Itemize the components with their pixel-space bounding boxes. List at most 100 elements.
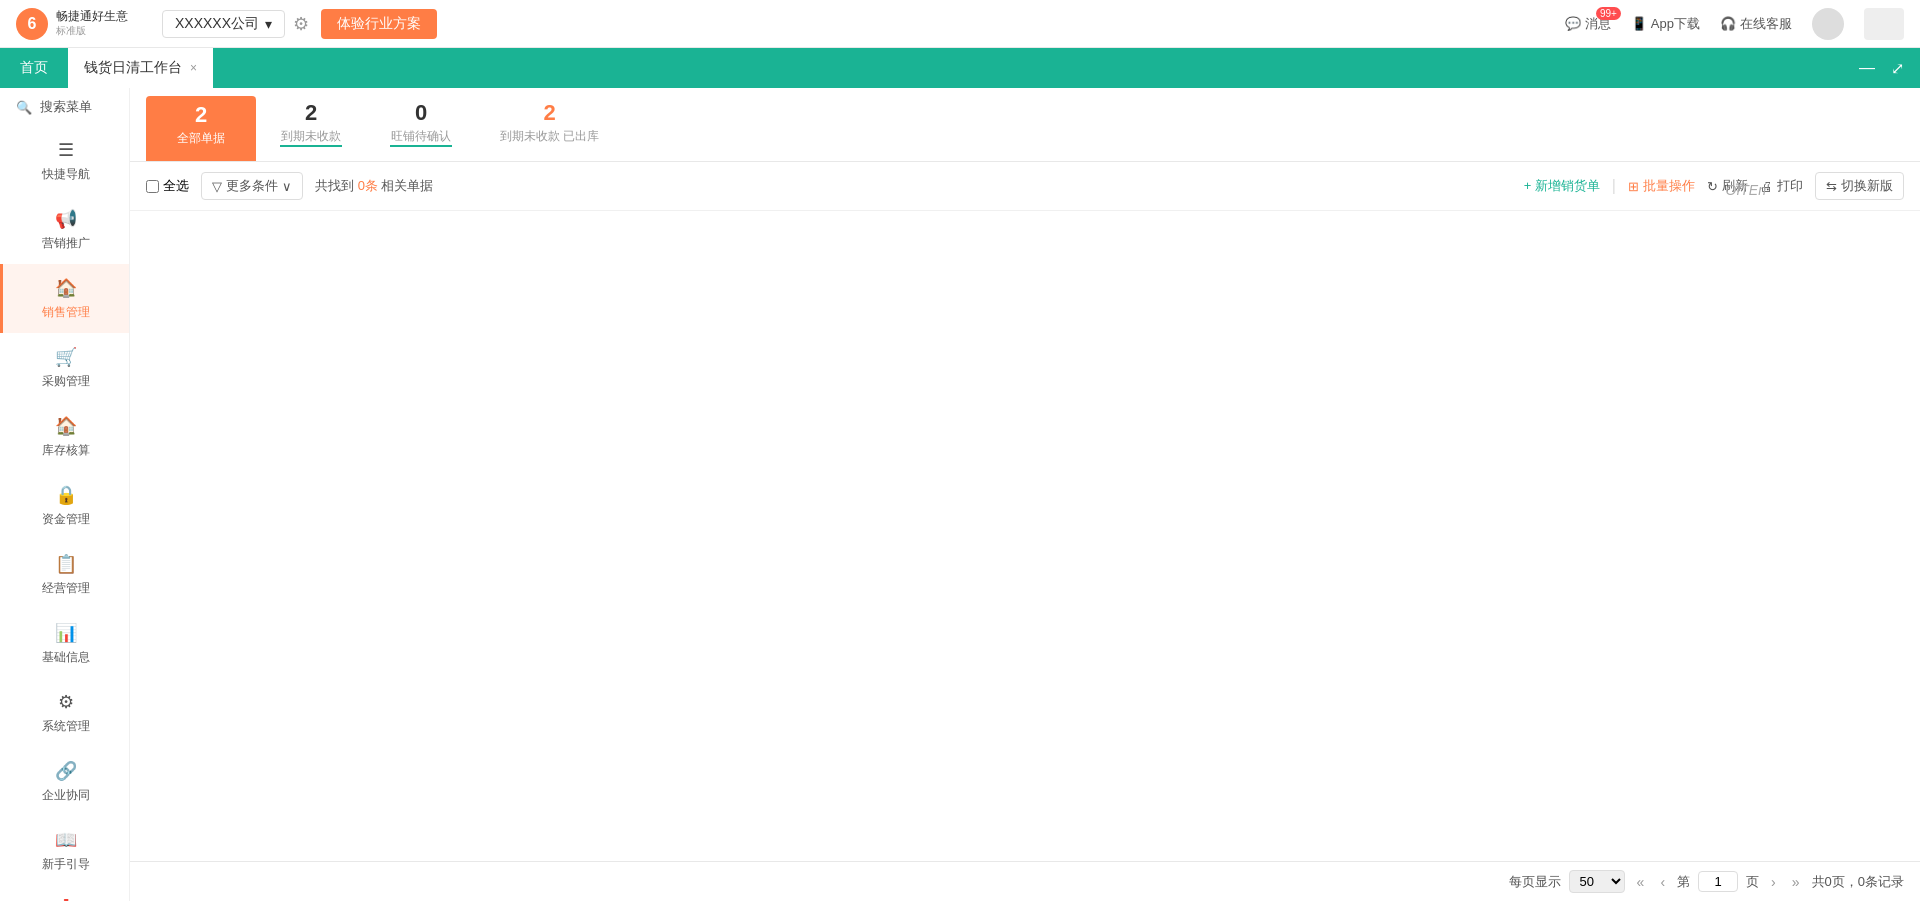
stat-tab-due-unshipped[interactable]: 2 到期未收款 已出库	[476, 88, 623, 161]
online-service-item[interactable]: 🎧 在线客服	[1720, 15, 1792, 33]
chevron-down-icon: ▾	[265, 16, 272, 32]
sidebar-item-label: 采购管理	[42, 373, 90, 390]
stat-label-due-unshipped: 到期未收款 已出库	[500, 128, 599, 145]
stat-num-due: 2	[305, 100, 317, 126]
chevron-down-icon: ∨	[282, 179, 292, 194]
stat-tab-all[interactable]: 2 全部单据	[146, 96, 256, 161]
footer: 每页显示 50 10 20 100 « ‹ 第 页 › » 共0页，0条记录	[130, 861, 1920, 901]
search-menu-label: 搜索菜单	[40, 98, 92, 116]
user-name-area[interactable]	[1864, 8, 1904, 40]
sidebar-item-label: 营销推广	[42, 235, 90, 252]
last-page-button[interactable]: »	[1788, 872, 1804, 892]
refresh-icon: ↻	[1707, 179, 1718, 194]
tab-minimize-button[interactable]: —	[1855, 55, 1879, 81]
tab-close-icon[interactable]: ×	[190, 61, 197, 75]
sidebar-item-label: 销售管理	[42, 304, 90, 321]
app-download-icon: 📱	[1631, 16, 1647, 31]
often-label: OfTEn	[1726, 182, 1766, 198]
content-area: 2 全部单据 2 到期未收款 0 旺铺待确认 2 到期未收款 已出库 全选	[130, 88, 1920, 901]
message-badge: 99+	[1596, 7, 1621, 20]
sidebar-item-guide[interactable]: 📖 新手引导	[0, 816, 129, 885]
select-all-checkbox[interactable]	[146, 180, 159, 193]
print-button[interactable]: 🖨 打印	[1760, 177, 1803, 195]
base-info-icon: 📊	[54, 621, 78, 645]
table-area	[130, 211, 1920, 861]
sidebar-item-label: 经营管理	[42, 580, 90, 597]
page-number-input[interactable]	[1698, 871, 1738, 892]
tab-maximize-button[interactable]: ⤢	[1887, 55, 1908, 82]
header: 6 畅捷通好生意 标准版 XXXXXX公司 ▾ ⚙ 体验行业方案 💬 消息 99…	[0, 0, 1920, 48]
sidebar-item-enterprise[interactable]: 🔗 企业协同	[0, 747, 129, 816]
sidebar-item-operations[interactable]: 📋 经营管理	[0, 540, 129, 609]
page-size-select[interactable]: 50 10 20 100	[1569, 870, 1625, 893]
sidebar-item-system[interactable]: ⚙ 系统管理	[0, 678, 129, 747]
stat-tab-pending[interactable]: 0 旺铺待确认	[366, 88, 476, 161]
sidebar: 🔍 搜索菜单 ☰ 快捷导航 📢 营销推广 🏠 销售管理 🛒 采购管理 🏠 库存核…	[0, 88, 130, 901]
toolbar: 全选 ▽ 更多条件 ∨ 共找到 0条 相关单据 + 新增销货单 | ⊞ 批量操作…	[130, 162, 1920, 211]
prev-page-button[interactable]: ‹	[1656, 872, 1669, 892]
operations-icon: 📋	[54, 552, 78, 576]
avatar[interactable]	[1812, 8, 1844, 40]
sidebar-item-label: 快捷导航	[42, 166, 90, 183]
app-download-item[interactable]: 📱 App下载	[1631, 15, 1700, 33]
stat-label-pending: 旺铺待确认	[391, 128, 451, 145]
sidebar-item-base-info[interactable]: 📊 基础信息	[0, 609, 129, 678]
message-icon: 💬	[1565, 16, 1581, 31]
quick-nav-icon: ☰	[54, 138, 78, 162]
app-download-label: App下载	[1651, 15, 1700, 33]
stat-label-due: 到期未收款	[281, 128, 341, 145]
purchase-icon: 🛒	[54, 345, 78, 369]
stat-label-all: 全部单据	[177, 130, 225, 147]
online-service-label: 在线客服	[1740, 15, 1792, 33]
filter-button[interactable]: ▽ 更多条件 ∨	[201, 172, 303, 200]
found-count: 0条	[358, 178, 378, 193]
logo-area: 6 畅捷通好生意 标准版	[16, 8, 146, 40]
stat-tab-due-uncollected[interactable]: 2 到期未收款	[256, 88, 366, 161]
company-name: XXXXXX公司	[175, 15, 259, 33]
guide-icon: 📖	[54, 828, 78, 852]
select-all-label[interactable]: 全选	[146, 177, 189, 195]
app-center-icon: 📥	[54, 897, 78, 901]
stat-num-all: 2	[195, 102, 207, 128]
settings-icon[interactable]: ⚙	[293, 13, 309, 35]
sidebar-item-label: 库存核算	[42, 442, 90, 459]
sidebar-item-inventory[interactable]: 🏠 库存核算	[0, 402, 129, 471]
next-page-button[interactable]: ›	[1767, 872, 1780, 892]
filter-label: 更多条件	[226, 177, 278, 195]
batch-icon: ⊞	[1628, 179, 1639, 194]
total-records: 共0页，0条记录	[1812, 873, 1904, 891]
found-suffix: 相关单据	[381, 178, 433, 193]
sidebar-item-finance[interactable]: 🔒 资金管理	[0, 471, 129, 540]
company-selector[interactable]: XXXXXX公司 ▾	[162, 10, 285, 38]
sidebar-item-quick-nav[interactable]: ☰ 快捷导航	[0, 126, 129, 195]
switch-version-button[interactable]: ⇆ 切换新版	[1815, 172, 1904, 200]
sidebar-item-sales[interactable]: 🏠 销售管理	[0, 264, 129, 333]
search-menu-item[interactable]: 🔍 搜索菜单	[0, 88, 129, 126]
stat-num-pending: 0	[415, 100, 427, 126]
sidebar-item-marketing[interactable]: 📢 营销推广	[0, 195, 129, 264]
batch-label: 批量操作	[1643, 177, 1695, 195]
toolbar-right: + 新增销货单 | ⊞ 批量操作 ↻ 刷新 🖨 打印 ⇆ 切换新版	[1524, 172, 1904, 200]
found-prefix: 共找到	[315, 178, 354, 193]
tab-active[interactable]: 钱货日清工作台 ×	[68, 48, 213, 88]
add-sales-order-button[interactable]: + 新增销货单	[1524, 177, 1600, 195]
message-item[interactable]: 💬 消息 99+	[1565, 15, 1611, 33]
search-icon: 🔍	[16, 100, 32, 115]
header-right: 💬 消息 99+ 📱 App下载 🎧 在线客服	[1565, 8, 1904, 40]
tab-home[interactable]: 首页	[0, 48, 68, 88]
logo-sub: 标准版	[56, 24, 128, 38]
found-text: 共找到 0条 相关单据	[315, 177, 433, 195]
main-layout: 🔍 搜索菜单 ☰ 快捷导航 📢 营销推广 🏠 销售管理 🛒 采购管理 🏠 库存核…	[0, 88, 1920, 901]
sidebar-item-purchase[interactable]: 🛒 采购管理	[0, 333, 129, 402]
marketing-icon: 📢	[54, 207, 78, 231]
page-prefix: 第	[1677, 873, 1690, 891]
stat-num-due-unshipped: 2	[544, 100, 556, 126]
system-icon: ⚙	[54, 690, 78, 714]
switch-label: 切换新版	[1841, 177, 1893, 195]
tab-active-label: 钱货日清工作台	[84, 59, 182, 77]
batch-operation-button[interactable]: ⊞ 批量操作	[1628, 177, 1695, 195]
trial-button[interactable]: 体验行业方案	[321, 9, 437, 39]
stat-tab-underline2	[390, 145, 452, 147]
sidebar-item-app-center[interactable]: 📥 应用中心	[0, 885, 129, 901]
first-page-button[interactable]: «	[1633, 872, 1649, 892]
